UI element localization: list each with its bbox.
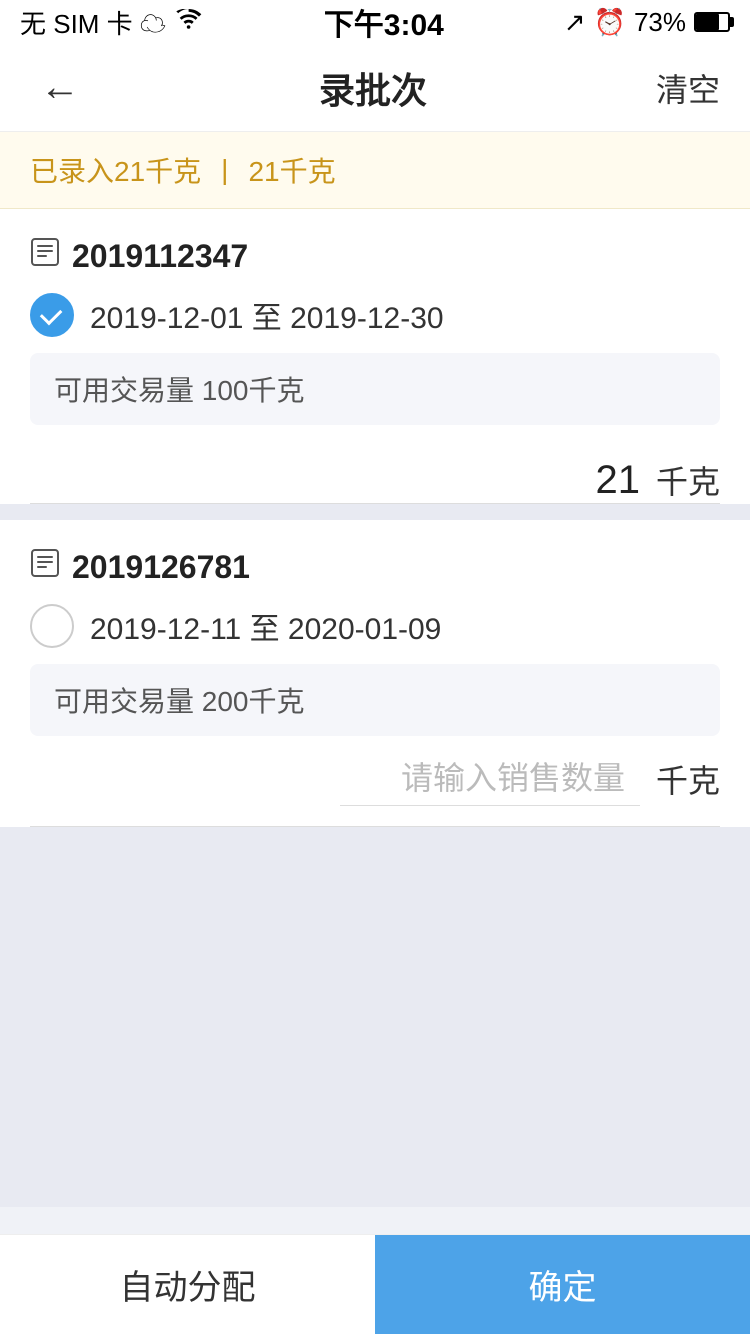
location-icon: ↗ <box>564 7 586 38</box>
batch-2-quantity-input-row[interactable]: 千克 <box>0 752 750 826</box>
spacer-area <box>0 827 750 1207</box>
summary-divider: | <box>221 154 228 186</box>
batch-1-header: 2019112347 <box>0 209 750 285</box>
status-left: 无 SIM 卡 ☁ <box>20 4 204 41</box>
batch-2-header: 2019126781 <box>0 520 750 596</box>
batch-card-2: 2019126781 2019-12-11 至 2020-01-09 可用交易量… <box>0 520 750 827</box>
batch-1-radio[interactable] <box>30 293 74 337</box>
batch-1-id: 2019112347 <box>72 238 248 275</box>
summary-bar: 已录入21千克 | 21千克 <box>0 132 750 209</box>
auto-distribute-button[interactable]: 自动分配 <box>0 1235 375 1334</box>
sim-label: 无 SIM 卡 ☁ <box>20 4 166 41</box>
page-title: 录批次 <box>319 62 427 114</box>
batch-1-quantity-unit: 千克 <box>656 457 720 503</box>
batch-2-quantity-input[interactable] <box>340 752 640 806</box>
batch-2-radio[interactable] <box>30 604 74 648</box>
batch-1-date: 2019-12-01 至 2019-12-30 <box>90 293 444 337</box>
batch-1-quantity-row: 21 千克 <box>0 441 750 503</box>
batch-2-date-row[interactable]: 2019-12-11 至 2020-01-09 <box>0 596 750 664</box>
bottom-bar: 自动分配 确定 <box>0 1234 750 1334</box>
batch-2-unit: 千克 <box>656 756 720 802</box>
alarm-icon: ⏰ <box>594 7 626 38</box>
recorded-amount: 已录入21千克 <box>30 150 201 190</box>
time-display: 下午3:04 <box>324 0 444 44</box>
confirm-button[interactable]: 确定 <box>375 1235 750 1334</box>
total-amount: 21千克 <box>248 150 335 190</box>
batch-2-icon <box>30 548 60 586</box>
batch-2-date: 2019-12-11 至 2020-01-09 <box>90 604 441 648</box>
card-separator-1 <box>0 504 750 520</box>
batch-1-icon <box>30 237 60 275</box>
nav-bar: ← 录批次 清空 <box>0 44 750 132</box>
batch-1-available: 可用交易量 100千克 <box>30 353 720 425</box>
status-bar: 无 SIM 卡 ☁ 下午3:04 ↗ ⏰ 73% <box>0 0 750 44</box>
wifi-icon <box>176 7 204 38</box>
battery-label: 73% <box>634 7 686 38</box>
clear-button[interactable]: 清空 <box>656 65 720 111</box>
batch-2-available: 可用交易量 200千克 <box>30 664 720 736</box>
batch-1-date-row[interactable]: 2019-12-01 至 2019-12-30 <box>0 285 750 353</box>
batch-2-id: 2019126781 <box>72 549 250 586</box>
back-button[interactable]: ← <box>30 55 90 120</box>
batch-card-1: 2019112347 2019-12-01 至 2019-12-30 可用交易量… <box>0 209 750 504</box>
battery-icon <box>694 12 730 32</box>
batch-1-quantity-value: 21 <box>595 458 640 503</box>
status-right: ↗ ⏰ 73% <box>564 7 730 38</box>
